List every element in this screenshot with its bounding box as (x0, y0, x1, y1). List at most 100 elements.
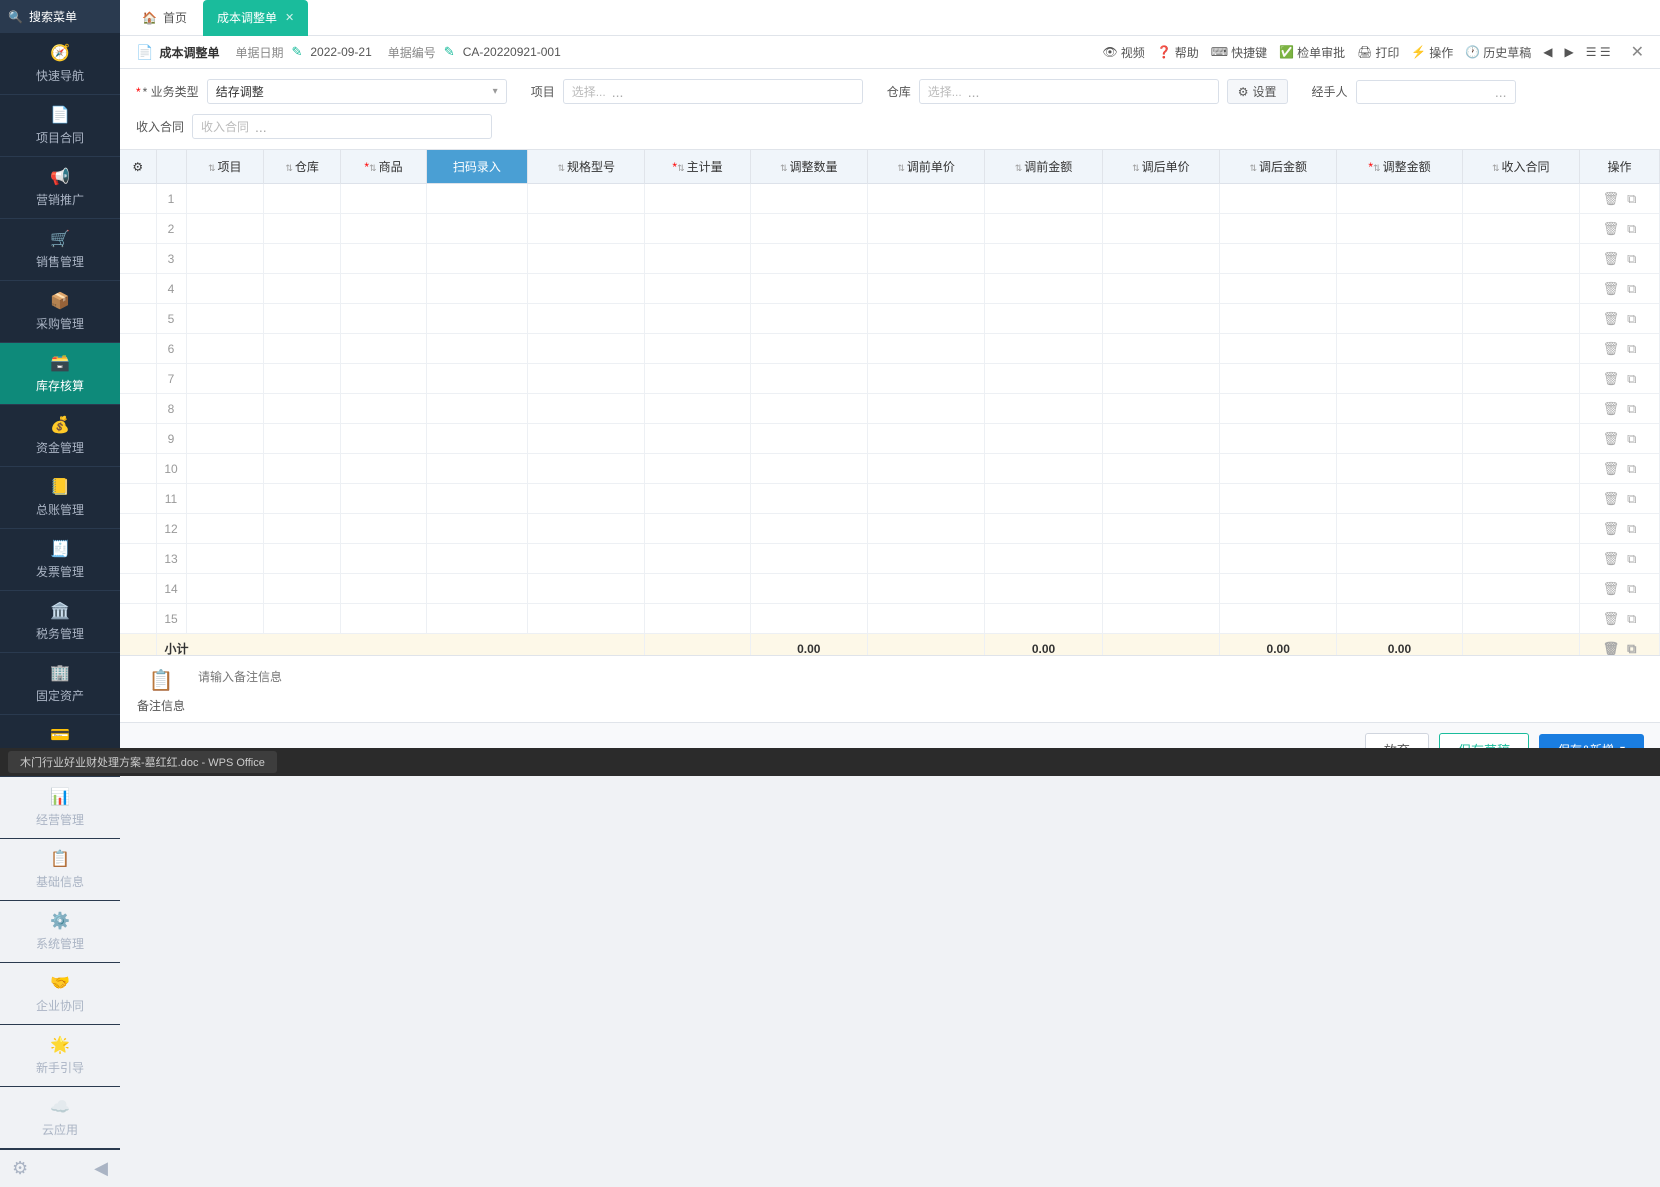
summary-copy-btn[interactable]: ⧉ (1627, 641, 1636, 656)
row-spec[interactable] (528, 484, 645, 514)
col-gear[interactable]: ⚙ (120, 150, 156, 184)
row-income-contract[interactable] (1462, 514, 1579, 544)
row-project[interactable] (186, 484, 263, 514)
row-unit[interactable] (645, 244, 750, 274)
row-unit[interactable] (645, 454, 750, 484)
row-copy-btn[interactable]: ⧉ (1627, 371, 1636, 387)
notes-icon-area[interactable]: 📋 备注信息 (136, 664, 186, 714)
sidebar-item-quick-nav[interactable]: 🧭快速导航 (0, 33, 120, 95)
row-adjust-amount[interactable] (1337, 424, 1462, 454)
row-goods[interactable] (341, 514, 426, 544)
col-after-amount[interactable]: ⇅调后金额 (1220, 150, 1337, 184)
row-goods[interactable] (341, 454, 426, 484)
tab-home[interactable]: 🏠 首页 (128, 0, 201, 36)
row-after-amount[interactable] (1220, 214, 1337, 244)
row-goods[interactable] (341, 214, 426, 244)
col-adjust-qty[interactable]: ⇅调整数量 (750, 150, 867, 184)
row-income-contract[interactable] (1462, 334, 1579, 364)
row-unit[interactable] (645, 184, 750, 214)
row-adjust-amount[interactable] (1337, 454, 1462, 484)
row-copy-btn[interactable]: ⧉ (1627, 551, 1636, 567)
row-project[interactable] (186, 544, 263, 574)
sidebar-item-tax-mgmt[interactable]: 🏛️税务管理 (0, 591, 120, 653)
warehouse-dots[interactable]: ... (968, 84, 980, 100)
row-delete-btn[interactable]: 🗑 (1603, 251, 1620, 267)
project-select[interactable]: 选择... ... (563, 79, 863, 104)
income-contract-select[interactable]: 收入合同 ... (192, 114, 492, 139)
row-goods[interactable] (341, 244, 426, 274)
row-after-price[interactable] (1102, 304, 1219, 334)
row-after-price[interactable] (1102, 184, 1219, 214)
row-warehouse[interactable] (263, 454, 340, 484)
row-delete-btn[interactable]: 🗑 (1603, 371, 1620, 387)
row-goods[interactable] (341, 424, 426, 454)
row-before-price[interactable] (867, 274, 984, 304)
row-after-amount[interactable] (1220, 334, 1337, 364)
row-adjust-qty[interactable] (750, 454, 867, 484)
row-scan-input[interactable] (426, 424, 527, 454)
row-income-contract[interactable] (1462, 304, 1579, 334)
row-scan-input[interactable] (426, 274, 527, 304)
row-warehouse[interactable] (263, 394, 340, 424)
row-adjust-qty[interactable] (750, 364, 867, 394)
row-before-price[interactable] (867, 454, 984, 484)
row-unit[interactable] (645, 424, 750, 454)
row-project[interactable] (186, 394, 263, 424)
sidebar-item-ledger-mgmt[interactable]: 📒总账管理 (0, 467, 120, 529)
row-warehouse[interactable] (263, 484, 340, 514)
row-settings[interactable] (120, 574, 156, 604)
row-after-amount[interactable] (1220, 544, 1337, 574)
row-unit[interactable] (645, 274, 750, 304)
row-before-price[interactable] (867, 604, 984, 634)
row-adjust-qty[interactable] (750, 394, 867, 424)
row-delete-btn[interactable]: 🗑 (1603, 281, 1620, 297)
action-history[interactable]: 🕐 历史草稿 (1465, 44, 1531, 61)
tab-cost-adjust[interactable]: 成本调整单 ✕ (203, 0, 308, 36)
row-unit[interactable] (645, 484, 750, 514)
row-income-contract[interactable] (1462, 244, 1579, 274)
row-after-price[interactable] (1102, 484, 1219, 514)
row-project[interactable] (186, 514, 263, 544)
row-income-contract[interactable] (1462, 364, 1579, 394)
row-before-amount[interactable] (985, 514, 1102, 544)
row-delete-btn[interactable]: 🗑 (1603, 461, 1620, 477)
row-scan-input[interactable] (426, 364, 527, 394)
sidebar-item-invoice-mgmt[interactable]: 🧾发票管理 (0, 529, 120, 591)
row-scan-input[interactable] (426, 184, 527, 214)
row-goods[interactable] (341, 304, 426, 334)
row-warehouse[interactable] (263, 364, 340, 394)
row-scan-input[interactable] (426, 544, 527, 574)
row-adjust-amount[interactable] (1337, 514, 1462, 544)
row-after-price[interactable] (1102, 544, 1219, 574)
row-after-amount[interactable] (1220, 244, 1337, 274)
sidebar-item-sales-promo[interactable]: 📢营销推广 (0, 157, 120, 219)
row-project[interactable] (186, 334, 263, 364)
row-delete-btn[interactable]: 🗑 (1603, 401, 1620, 417)
row-adjust-qty[interactable] (750, 604, 867, 634)
action-view[interactable]: 👁 视频 (1103, 44, 1145, 61)
row-adjust-qty[interactable] (750, 574, 867, 604)
row-copy-btn[interactable]: ⧉ (1627, 251, 1636, 267)
row-scan-input[interactable] (426, 604, 527, 634)
row-project[interactable] (186, 364, 263, 394)
sidebar-item-project-contract[interactable]: 📄项目合同 (0, 95, 120, 157)
row-before-amount[interactable] (985, 454, 1102, 484)
row-after-amount[interactable] (1220, 394, 1337, 424)
row-copy-btn[interactable]: ⧉ (1627, 401, 1636, 417)
row-unit[interactable] (645, 364, 750, 394)
row-unit[interactable] (645, 394, 750, 424)
tab-close-icon[interactable]: ✕ (285, 11, 294, 24)
row-adjust-amount[interactable] (1337, 604, 1462, 634)
row-project[interactable] (186, 304, 263, 334)
number-edit-icon[interactable]: ✎ (444, 44, 455, 60)
row-delete-btn[interactable]: 🗑 (1603, 611, 1620, 627)
row-after-amount[interactable] (1220, 304, 1337, 334)
row-delete-btn[interactable]: 🗑 (1603, 491, 1620, 507)
nav-next-btn[interactable]: ▶ (1565, 45, 1574, 59)
col-after-price[interactable]: ⇅调后单价 (1102, 150, 1219, 184)
row-unit[interactable] (645, 514, 750, 544)
row-after-amount[interactable] (1220, 364, 1337, 394)
row-goods[interactable] (341, 274, 426, 304)
row-goods[interactable] (341, 394, 426, 424)
sidebar-item-new-guide[interactable]: 🌟新手引导 (0, 1025, 120, 1087)
